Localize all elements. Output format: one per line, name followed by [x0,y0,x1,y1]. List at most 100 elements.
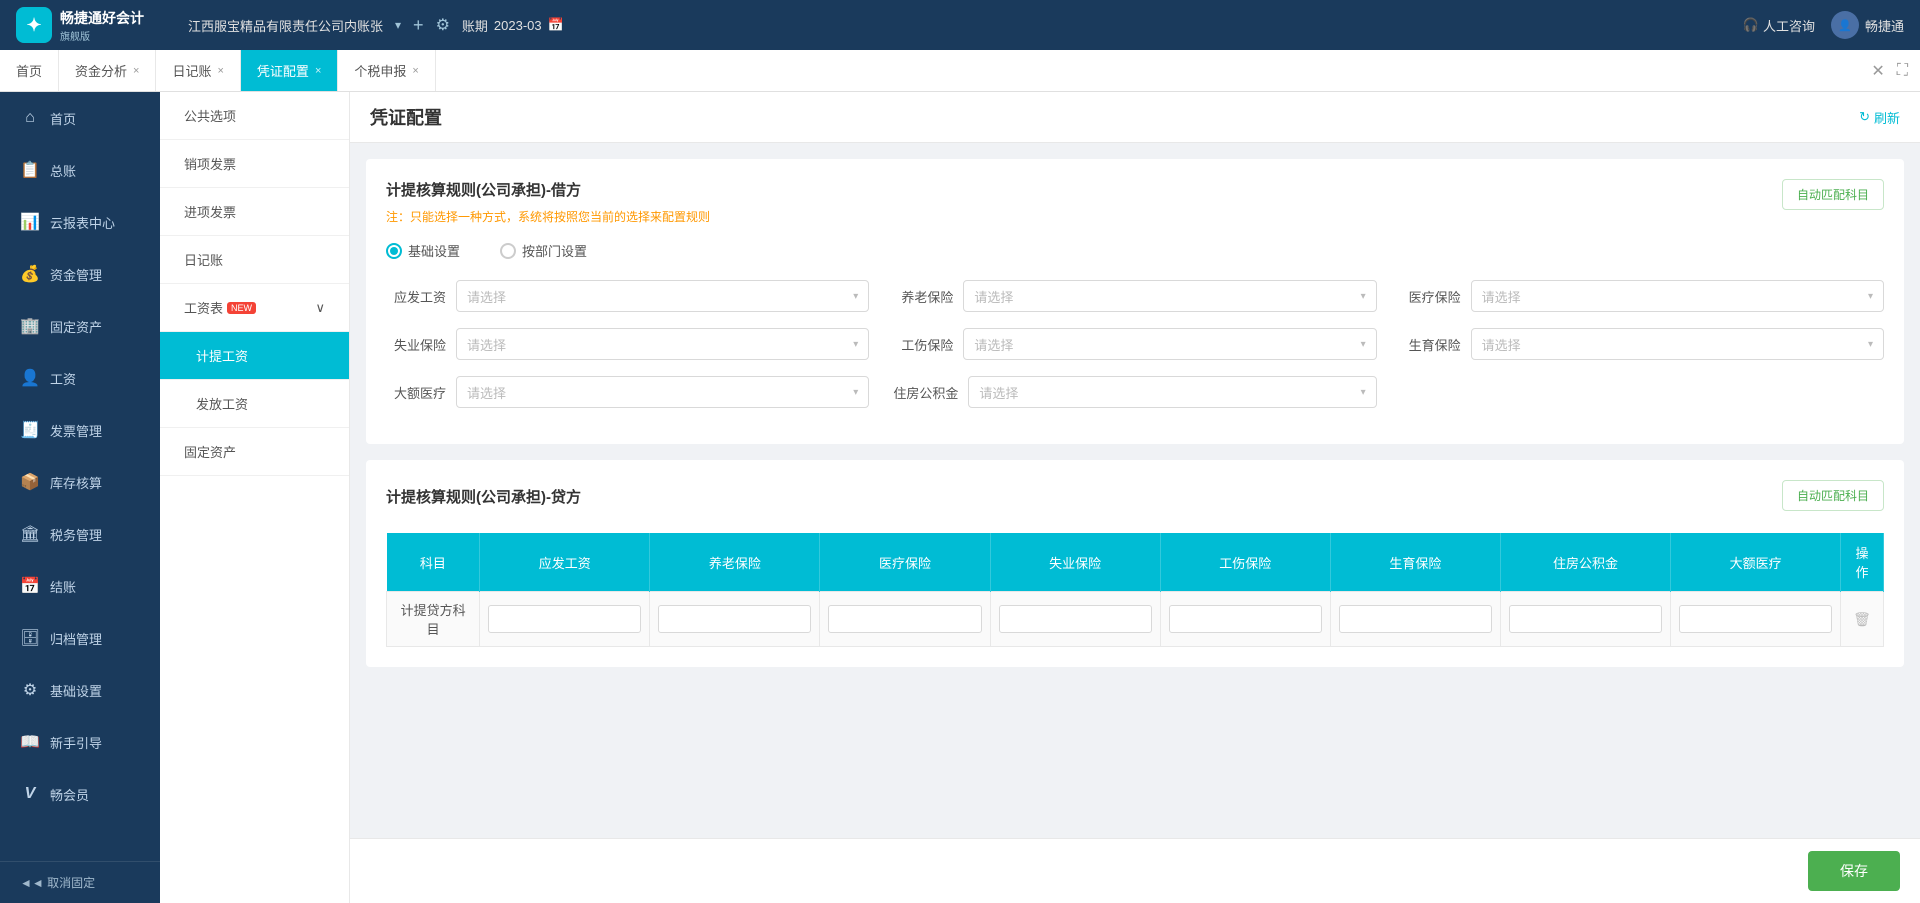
tab-tax[interactable]: 个税申报 × [338,50,435,91]
form-grid: 应发工资 请选择 ▾ 养老保险 请选择 ▾ [386,280,1884,408]
sidebar-item-reports[interactable]: 📊 云报表中心 [0,196,160,248]
shiye-select[interactable]: 请选择 ▾ [456,328,869,360]
company-name: 江西服宝精品有限责任公司内账张 [188,16,383,35]
service-button[interactable]: 🎧 人工咨询 [1743,16,1815,35]
sidebar-item-payroll[interactable]: 👤 工资 [0,352,160,404]
headset-icon: 🎧 [1743,17,1759,33]
sidebar-item-inventory[interactable]: 📦 库存核算 [0,456,160,508]
sidebar-item-guide[interactable]: 📖 新手引导 [0,716,160,768]
cancel-fixed-button[interactable]: ◄◄ 取消固定 [0,862,160,903]
field-shengyu: 生育保险 请选择 ▾ [1401,328,1884,360]
top-header: ✦ 畅捷通好会计 旗舰版 江西服宝精品有限责任公司内账张 ▾ + ⚙ 账期 20… [0,0,1920,50]
tab-bar: 首页 资金分析 × 日记账 × 凭证配置 × 个税申报 × ✕ ⛶ [0,50,1920,92]
cell-zhufang [1500,592,1670,647]
tab-journal-close[interactable]: × [217,65,223,77]
yingfa-placeholder: 请选择 [467,287,506,306]
tab-home-label: 首页 [16,61,42,80]
tab-fund[interactable]: 资金分析 × [59,50,156,91]
sidebar-item-archive[interactable]: 🗄 归档管理 [0,612,160,664]
row-label: 计提贷方科目 [387,592,480,647]
sub-nav-public[interactable]: 公共选项 [160,92,349,140]
inventory-icon: 📦 [20,472,40,492]
sub-nav-fixed-assets[interactable]: 固定资产 [160,428,349,476]
sidebar-item-invoice[interactable]: 🧾 发票管理 [0,404,160,456]
input-credit-yanglao[interactable] [658,605,811,633]
tab-tax-close[interactable]: × [412,65,418,77]
sub-nav-purchase[interactable]: 进项发票 [160,188,349,236]
expand-tab-button[interactable]: ⛶ [1897,62,1908,80]
input-credit-dae[interactable] [1679,605,1832,633]
sub-nav-sales[interactable]: 销项发票 [160,140,349,188]
sub-nav-journal[interactable]: 日记账 [160,236,349,284]
yiliao-select[interactable]: 请选择 ▾ [1471,280,1884,312]
auto-match-debit-button[interactable]: 自动匹配科目 [1782,179,1884,210]
sidebar-item-payroll-label: 工资 [50,369,76,388]
tab-voucher[interactable]: 凭证配置 × [241,50,338,91]
refresh-button[interactable]: ↻ 刷新 [1859,108,1900,127]
logo-area: ✦ 畅捷通好会计 旗舰版 [16,7,176,43]
radio-basic-label: 基础设置 [408,241,460,260]
sidebar-item-tax[interactable]: 🏛 税务管理 [0,508,160,560]
input-credit-yiliao[interactable] [828,605,981,633]
company-dropdown-icon[interactable]: ▾ [395,18,401,32]
input-credit-gongshang[interactable] [1169,605,1322,633]
zhufang-select[interactable]: 请选择 ▾ [968,376,1376,408]
radio-basic[interactable]: 基础设置 [386,241,460,260]
tab-tax-label: 个税申报 [354,61,406,80]
sidebar-item-tax-label: 税务管理 [50,525,102,544]
dae-select[interactable]: 请选择 ▾ [456,376,869,408]
th-shiye: 失业保险 [990,533,1160,592]
sidebar-item-fixed-assets[interactable]: 🏢 固定资产 [0,300,160,352]
sidebar-item-member[interactable]: V 畅会员 [0,768,160,820]
user-name: 畅捷通 [1865,16,1904,35]
sidebar-item-closing[interactable]: 📅 结账 [0,560,160,612]
tab-fund-close[interactable]: × [133,65,139,77]
sub-nav-pay-payroll[interactable]: 发放工资 [160,380,349,428]
sidebar-item-basic[interactable]: ⚙ 基础设置 [0,664,160,716]
cell-yanglao [650,592,820,647]
sidebar-item-ledger[interactable]: 📋 总账 [0,144,160,196]
gongshang-select[interactable]: 请选择 ▾ [963,328,1376,360]
dae-arrow: ▾ [853,387,858,398]
th-dae: 大额医疗 [1671,533,1841,592]
add-tab-button[interactable]: + [413,15,424,36]
reports-icon: 📊 [20,212,40,232]
input-credit-yingfa[interactable] [488,605,641,633]
section1-note: 注：只能选择一种方式，系统将按照您当前的选择来配置规则 [386,208,710,225]
radio-dept[interactable]: 按部门设置 [500,241,587,260]
cell-gongshang [1160,592,1330,647]
fund-icon: 💰 [20,264,40,284]
tab-controls: ✕ ⛶ [1871,61,1920,81]
th-yingfa: 应发工资 [480,533,650,592]
dae-placeholder: 请选择 [467,383,506,402]
sub-nav-payroll-header[interactable]: 工资表 NEW ∨ [160,284,349,332]
save-button[interactable]: 保存 [1808,851,1900,891]
sidebar-item-reports-label: 云报表中心 [50,213,115,232]
new-badge: NEW [227,302,256,314]
tab-voucher-close[interactable]: × [315,65,321,77]
input-credit-shengyu[interactable] [1339,605,1492,633]
close-tab-button[interactable]: ✕ [1871,61,1884,81]
sidebar-item-fund[interactable]: 💰 资金管理 [0,248,160,300]
shengyu-select[interactable]: 请选择 ▾ [1471,328,1884,360]
pay-payroll-label: 发放工资 [196,397,248,412]
radio-basic-circle [386,243,402,259]
tab-fund-label: 资金分析 [75,61,127,80]
yingfa-select[interactable]: 请选择 ▾ [456,280,869,312]
cell-yingfa [480,592,650,647]
calendar-icon[interactable]: 📅 [548,17,564,33]
tab-journal[interactable]: 日记账 × [156,50,240,91]
input-credit-zhufang[interactable] [1509,605,1662,633]
tab-home[interactable]: 首页 [0,50,59,91]
settings-icon[interactable]: ⚙ [436,15,450,35]
auto-match-credit-button[interactable]: 自动匹配科目 [1782,480,1884,511]
sidebar-item-member-label: 畅会员 [50,785,89,804]
user-area[interactable]: 👤 畅捷通 [1831,11,1904,39]
gongshang-label: 工伤保险 [893,335,953,354]
auto-match-debit-label: 自动匹配科目 [1797,188,1869,202]
sidebar-item-home[interactable]: ⌂ 首页 [0,92,160,144]
yanglao-select[interactable]: 请选择 ▾ [963,280,1376,312]
sub-nav-calc-payroll[interactable]: 计提工资 [160,332,349,380]
delete-row-button[interactable]: 🗑 [1853,611,1871,627]
input-credit-shiye[interactable] [999,605,1152,633]
